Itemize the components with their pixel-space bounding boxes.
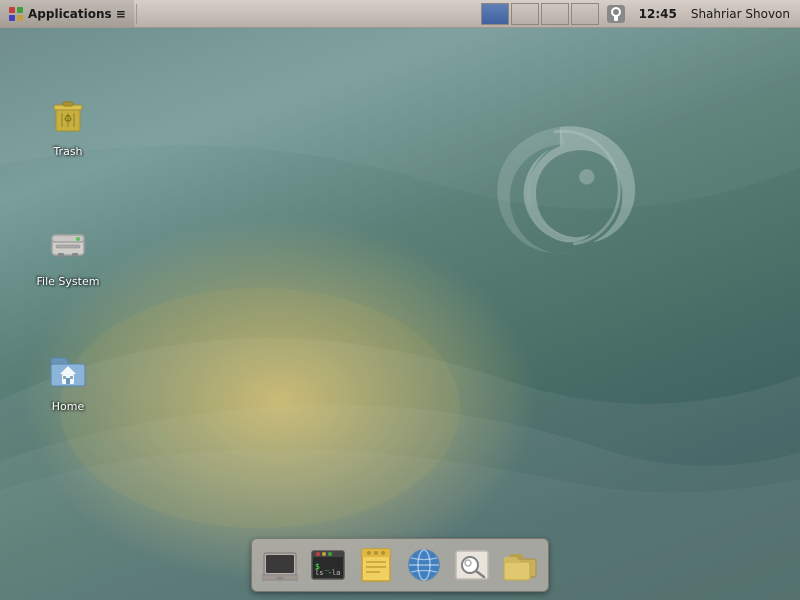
applications-label: Applications [28,7,112,21]
trash-svg: ♻ [46,93,90,137]
workspace-2-button[interactable] [511,3,539,25]
network-icon-area[interactable] [601,3,631,25]
filesystem-label: File System [37,275,100,289]
search-icon [454,547,490,583]
svg-text:♻: ♻ [64,114,73,125]
dock-item-terminal[interactable]: $ _ ls -la [306,543,350,587]
taskbar: Applications ≡ 12:45 Shahriar Shovon [0,0,800,28]
terminal-icon: $ _ ls -la [310,547,346,583]
browser-icon [406,547,442,583]
app-menu-icon [8,6,24,22]
screenshot-icon [262,547,298,583]
home-icon-image [40,342,96,398]
filesystem-icon-desktop[interactable]: File System [28,213,108,293]
desktop: ♻ Trash File System [0,28,800,600]
applications-menu[interactable]: Applications ≡ [0,0,134,27]
username-label: Shahriar Shovon [691,7,790,21]
workspace-1-button[interactable] [481,3,509,25]
notes-icon [358,547,394,583]
workspace-4-button[interactable] [571,3,599,25]
home-svg [46,348,90,392]
dock-item-notes[interactable] [354,543,398,587]
svg-text:ls -la: ls -la [315,569,340,577]
dock: $ _ ls -la [251,538,549,592]
username-area[interactable]: Shahriar Shovon [685,7,796,21]
home-icon-desktop[interactable]: Home [28,338,108,418]
taskbar-separator [136,4,137,24]
network-icon [605,3,627,25]
dock-item-files[interactable] [498,543,542,587]
clock: 12:45 [633,7,683,21]
trash-label: Trash [53,145,82,159]
taskbar-right: 12:45 Shahriar Shovon [481,0,800,27]
desktop-waves [0,28,800,600]
filesystem-icon-image [40,217,96,273]
trash-icon-image: ♻ [40,87,96,143]
home-label: Home [52,400,84,414]
menu-toggle-icon: ≡ [116,7,126,21]
dock-item-browser[interactable] [402,543,446,587]
filesystem-svg [46,223,90,267]
dock-item-screenshot[interactable] [258,543,302,587]
dock-item-search[interactable] [450,543,494,587]
trash-icon-desktop[interactable]: ♻ Trash [28,83,108,163]
debian-swirl-logo [460,108,660,328]
workspace-3-button[interactable] [541,3,569,25]
files-icon [502,547,538,583]
